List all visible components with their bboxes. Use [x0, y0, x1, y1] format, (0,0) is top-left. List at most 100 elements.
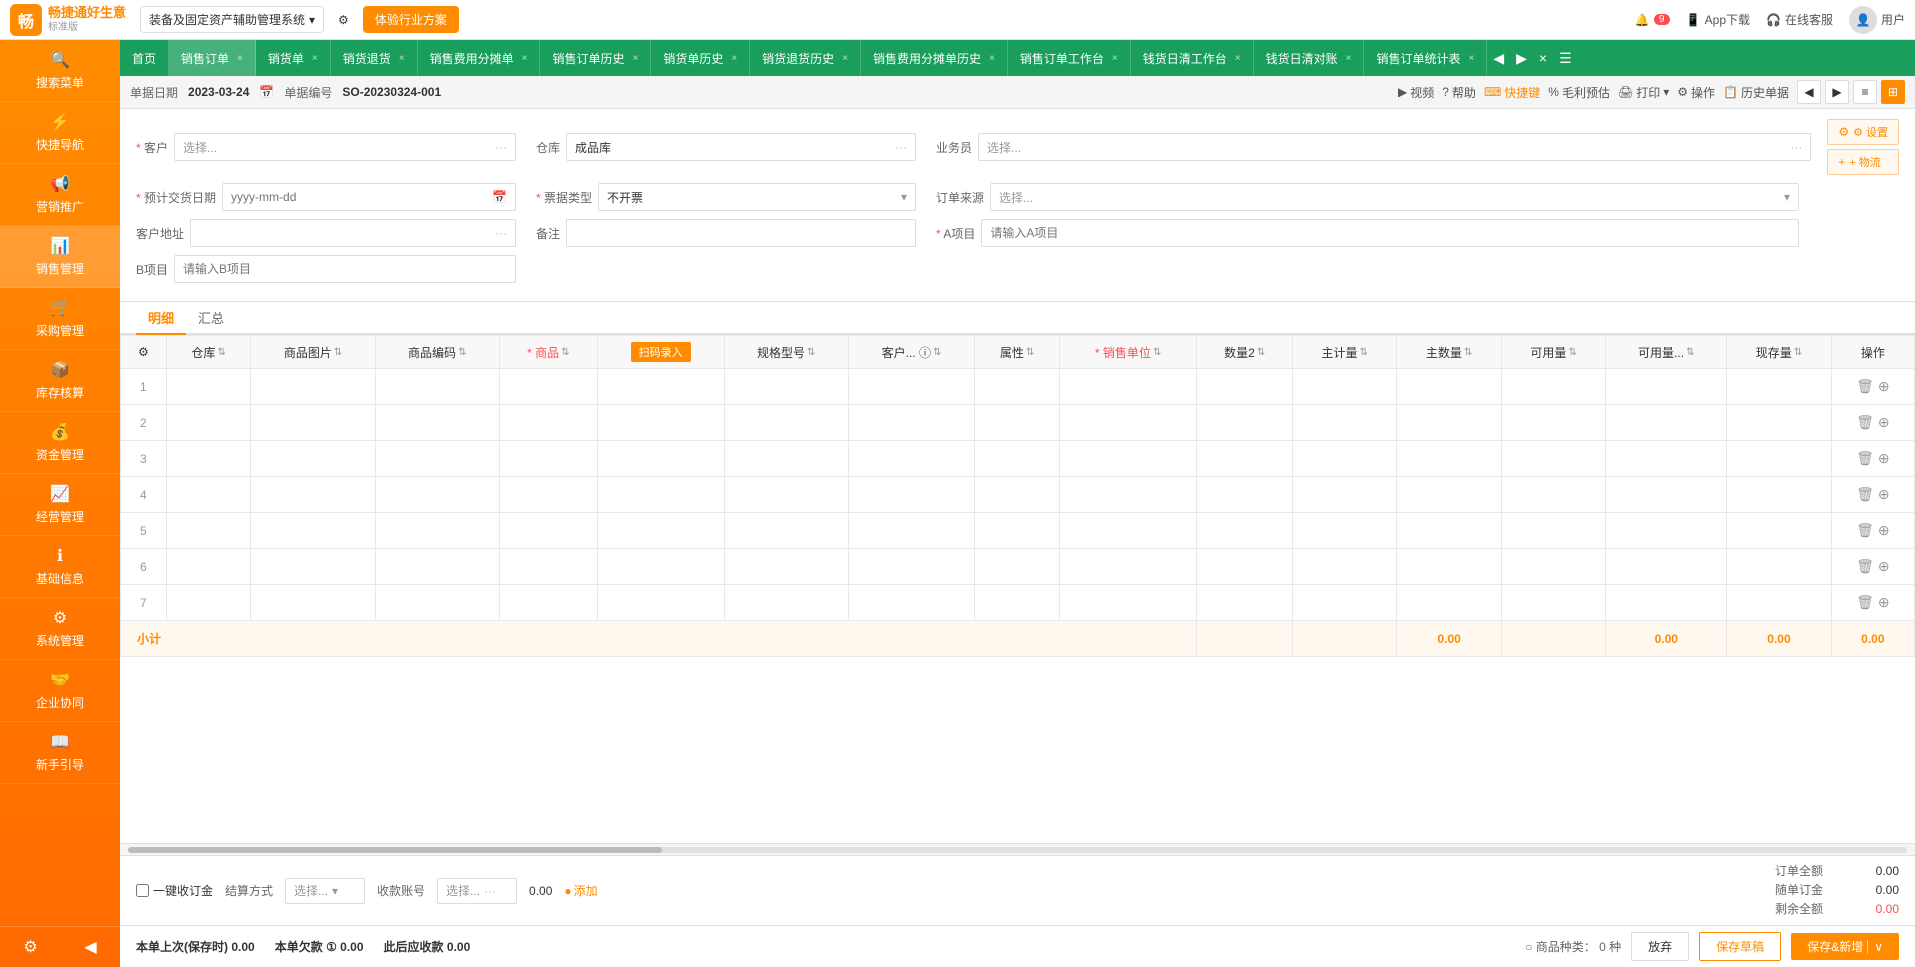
cell-warehouse[interactable] [166, 441, 251, 477]
cell-spec[interactable] [724, 441, 848, 477]
tab-menu-btn[interactable]: ☰ [1553, 50, 1578, 67]
cell-available[interactable] [1501, 369, 1605, 405]
save-new-arrow-icon[interactable]: ∨ [1867, 940, 1883, 954]
cell-available[interactable] [1501, 513, 1605, 549]
sidebar-item-system[interactable]: ⚙ 系统管理 [0, 598, 120, 660]
col-current-stock[interactable]: 现存量⇅ [1727, 336, 1831, 369]
b-project-input[interactable] [174, 255, 516, 283]
cell-available[interactable] [1501, 405, 1605, 441]
cell-customer-info[interactable] [848, 405, 974, 441]
tab-workbench[interactable]: 销售订单工作台 × [1008, 40, 1131, 76]
delete-row-icon[interactable]: 🗑 [1856, 378, 1874, 395]
cell-product-code[interactable] [375, 513, 499, 549]
cell-product-code[interactable] [375, 441, 499, 477]
cell-attribute[interactable] [975, 441, 1060, 477]
cell-product[interactable] [499, 549, 597, 585]
save-new-btn[interactable]: 保存&新增 ∨ [1791, 933, 1899, 960]
delete-row-icon[interactable]: 🗑 [1856, 558, 1874, 575]
cell-spec[interactable] [724, 549, 848, 585]
cell-product-code[interactable] [375, 585, 499, 621]
cell-current-stock[interactable] [1727, 585, 1831, 621]
receipt-account-select[interactable]: 选择... ··· [437, 878, 517, 904]
profit-btn[interactable]: % 毛利预估 [1548, 84, 1610, 101]
tab-close-icon[interactable]: × [1235, 53, 1241, 64]
cell-available2[interactable] [1606, 441, 1727, 477]
cell-warehouse[interactable] [166, 405, 251, 441]
notifications-btn[interactable]: 🔔 9 App下载 [1635, 13, 1670, 27]
cell-available2[interactable] [1606, 513, 1727, 549]
cell-spec[interactable] [724, 369, 848, 405]
history-btn[interactable]: 📋 历史单据 [1723, 84, 1789, 101]
col-product-image[interactable]: 商品图片⇅ [251, 336, 375, 369]
cell-current-stock[interactable] [1727, 513, 1831, 549]
cell-qty2[interactable] [1197, 513, 1293, 549]
order-source-select[interactable]: 选择... ▾ [990, 183, 1799, 211]
print-btn[interactable]: 🖨 打印 ▾ [1618, 84, 1669, 101]
cell-attribute[interactable] [975, 477, 1060, 513]
cell-available[interactable] [1501, 441, 1605, 477]
cell-qty2[interactable] [1197, 477, 1293, 513]
cell-main-unit[interactable] [1292, 513, 1396, 549]
cell-main-unit[interactable] [1292, 549, 1396, 585]
cell-product-code[interactable] [375, 549, 499, 585]
sidebar-item-quicknav[interactable]: ⚡ 快捷导航 [0, 102, 120, 164]
cell-attribute[interactable] [975, 369, 1060, 405]
copy-row-icon[interactable]: ⊕ [1878, 450, 1890, 467]
cell-main-unit[interactable] [1292, 477, 1396, 513]
video-btn[interactable]: ▶ 视频 [1398, 84, 1434, 101]
sidebar-item-search[interactable]: 🔍 搜索菜单 [0, 40, 120, 102]
customer-more-icon[interactable]: ··· [495, 140, 507, 154]
settings-btn[interactable]: ⚙ ⚙ 设置 [1827, 119, 1899, 145]
logistics-btn[interactable]: + + 物流 [1827, 149, 1899, 175]
cell-available[interactable] [1501, 477, 1605, 513]
sidebar-item-finance[interactable]: 💰 资金管理 [0, 412, 120, 474]
sidebar-item-basic[interactable]: ℹ 基础信息 [0, 536, 120, 598]
cell-product-image[interactable] [251, 513, 375, 549]
col-qty2[interactable]: 数量2⇅ [1197, 336, 1293, 369]
discard-btn[interactable]: 放弃 [1631, 932, 1689, 961]
cell-qty2[interactable] [1197, 369, 1293, 405]
tab-stats[interactable]: 销售订单统计表 × [1364, 40, 1487, 76]
cell-customer-info[interactable] [848, 585, 974, 621]
tab-return-history[interactable]: 销货退货历史 × [750, 40, 861, 76]
sidebar-item-inventory[interactable]: 📦 库存核算 [0, 350, 120, 412]
cell-main-qty[interactable] [1397, 477, 1501, 513]
cell-sales-unit[interactable] [1059, 477, 1196, 513]
cell-main-qty[interactable] [1397, 369, 1501, 405]
cell-attribute[interactable] [975, 549, 1060, 585]
cell-spec[interactable] [724, 477, 848, 513]
col-spec[interactable]: 规格型号⇅ [724, 336, 848, 369]
cell-product-image[interactable] [251, 549, 375, 585]
delete-row-icon[interactable]: 🗑 [1856, 450, 1874, 467]
cell-main-qty[interactable] [1397, 549, 1501, 585]
sidebar-item-marketing[interactable]: 📢 营销推广 [0, 164, 120, 226]
cell-main-unit[interactable] [1292, 585, 1396, 621]
col-available2[interactable]: 可用量...⇅ [1606, 336, 1727, 369]
col-attribute[interactable]: 属性⇅ [975, 336, 1060, 369]
sidebar-item-newbie[interactable]: 📖 新手引导 [0, 722, 120, 784]
cell-current-stock[interactable] [1727, 441, 1831, 477]
col-product-code[interactable]: 商品编码⇅ [375, 336, 499, 369]
delete-row-icon[interactable]: 🗑 [1856, 414, 1874, 431]
cell-available[interactable] [1501, 585, 1605, 621]
cell-available[interactable] [1501, 549, 1605, 585]
cell-qty2[interactable] [1197, 441, 1293, 477]
delete-row-icon[interactable]: 🗑 [1856, 522, 1874, 539]
cell-product[interactable] [499, 513, 597, 549]
cell-main-unit[interactable] [1292, 369, 1396, 405]
sidebar-item-enterprise[interactable]: 🤝 企业协同 [0, 660, 120, 722]
user-profile-btn[interactable]: 👤 用户 [1849, 6, 1905, 34]
copy-row-icon[interactable]: ⊕ [1878, 558, 1890, 575]
sidebar-item-management[interactable]: 📈 经营管理 [0, 474, 120, 536]
cell-current-stock[interactable] [1727, 369, 1831, 405]
col-product[interactable]: * 商品⇅ [499, 336, 597, 369]
sidebar-item-purchase[interactable]: 🛒 采购管理 [0, 288, 120, 350]
cell-main-unit[interactable] [1292, 441, 1396, 477]
warehouse-input[interactable]: 成品库 ··· [566, 133, 916, 161]
cell-sales-unit[interactable] [1059, 369, 1196, 405]
salesperson-more-icon[interactable]: ··· [1790, 140, 1802, 154]
tab-close-icon[interactable]: × [989, 53, 995, 64]
a-project-input[interactable] [981, 219, 1799, 247]
industry-btn[interactable]: 体验行业方案 [363, 6, 459, 33]
tab-invoice-history[interactable]: 销货单历史 × [651, 40, 750, 76]
